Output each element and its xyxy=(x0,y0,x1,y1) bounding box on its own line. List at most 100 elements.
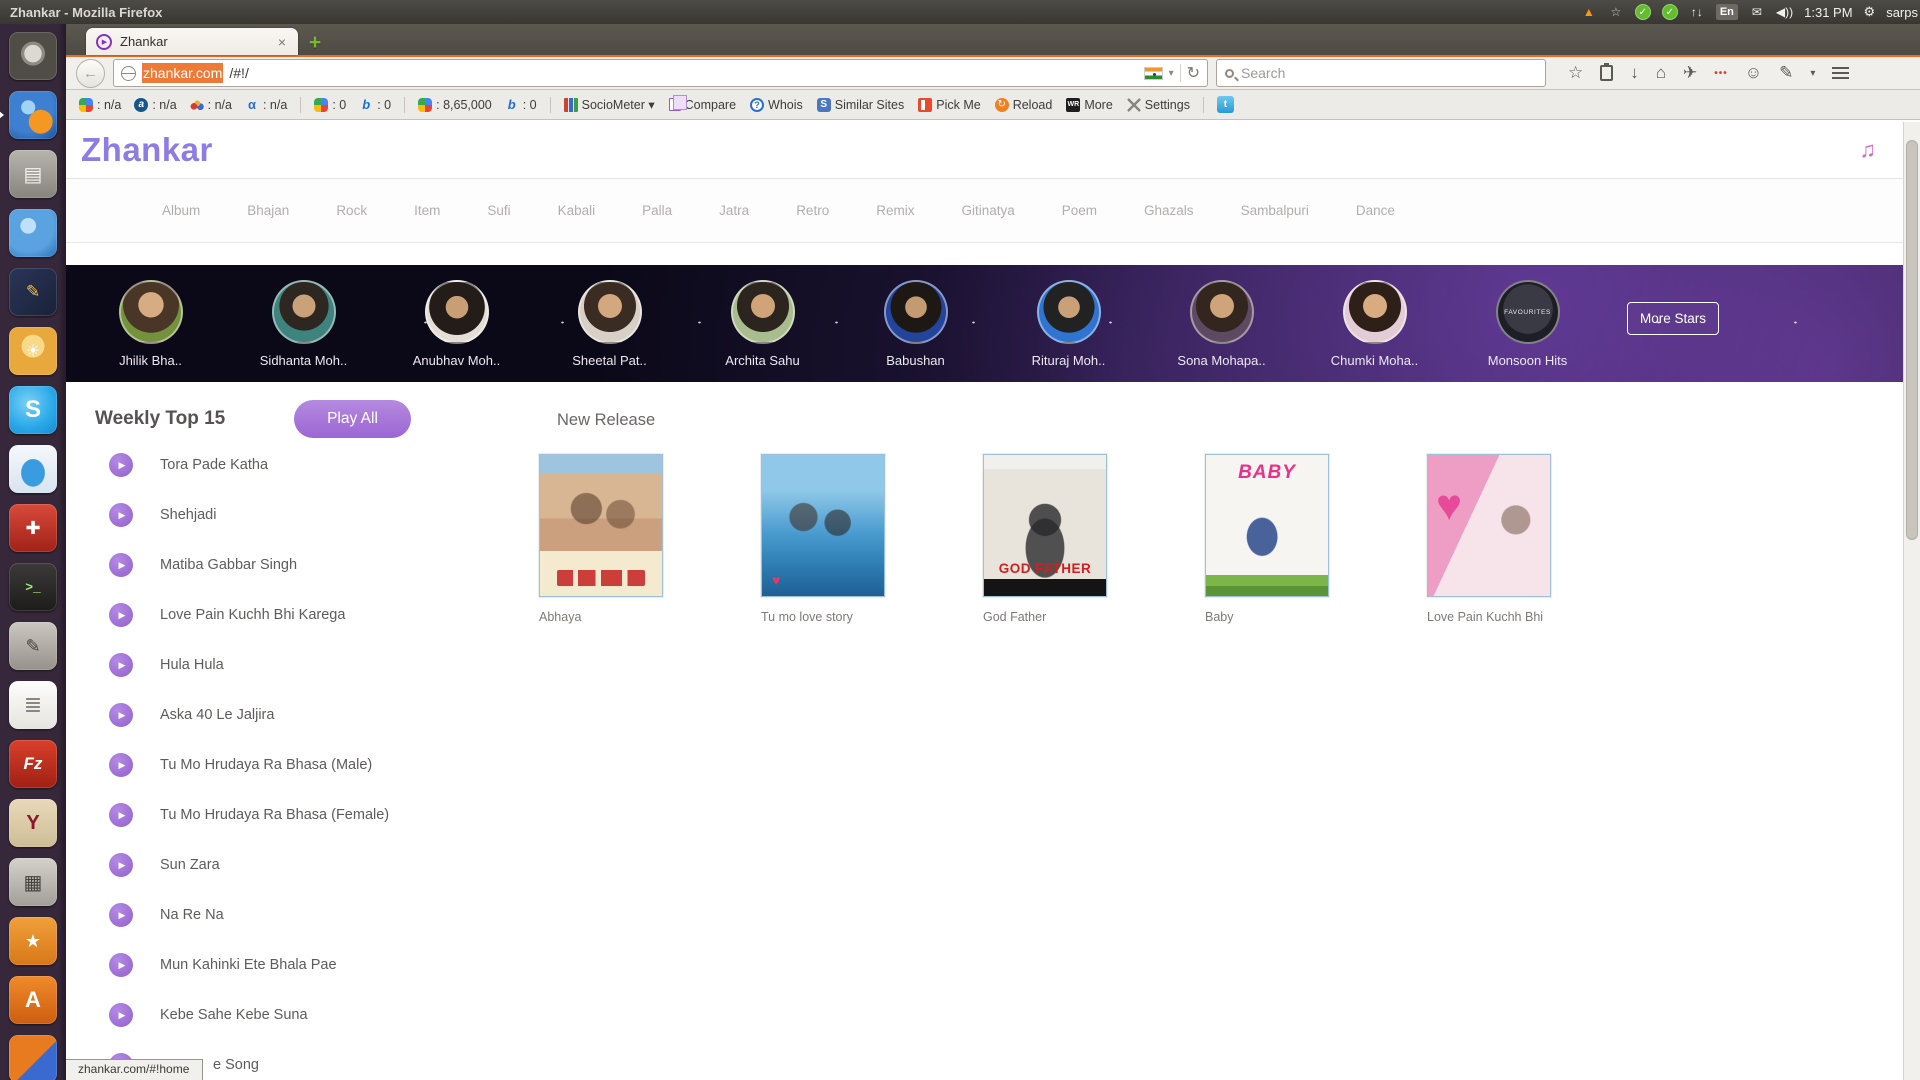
category-nav-item[interactable]: Poem xyxy=(1062,203,1097,218)
seo-metric[interactable]: b : 0 xyxy=(359,97,391,112)
tab-zhankar[interactable]: Zhankar × xyxy=(86,28,298,55)
music-note-icon[interactable]: ♫ xyxy=(1860,137,1877,163)
track-title[interactable]: Matiba Gabbar Singh xyxy=(160,557,297,573)
launcher-icon[interactable]: ☀ xyxy=(9,327,57,375)
track-row[interactable]: Tu Mo Hrudaya Ra Bhasa (Male) xyxy=(95,740,525,790)
tray-icon[interactable]: ☆ xyxy=(1608,3,1624,21)
album-cover-art[interactable]: BABY xyxy=(1205,454,1329,597)
back-button[interactable]: ← xyxy=(76,58,105,88)
star-avatar[interactable] xyxy=(577,280,642,344)
track-title[interactable]: Love Pain Kuchh Bhi Karega xyxy=(160,607,345,623)
toolbar-icon[interactable]: ▾ xyxy=(1810,68,1815,79)
seo-metric[interactable]: α : n/a xyxy=(245,97,287,112)
toolbar-icon[interactable]: ⌂ xyxy=(1656,63,1666,83)
star-item[interactable]: Sona Mohapa.. xyxy=(1145,265,1298,382)
star-item[interactable]: FAVOURITES Monsoon Hits xyxy=(1451,265,1604,382)
session-gear-icon[interactable]: ⚙ xyxy=(1864,4,1876,20)
star-item[interactable]: Rituraj Moh.. xyxy=(992,265,1145,382)
star-item[interactable]: Babushan xyxy=(839,265,992,382)
play-all-button[interactable]: Play All xyxy=(294,400,411,438)
track-row[interactable]: Na Re Na xyxy=(95,890,525,940)
star-avatar[interactable] xyxy=(424,280,489,344)
track-row[interactable]: Hula Hula xyxy=(95,640,525,690)
category-nav-item[interactable]: Sambalpuri xyxy=(1241,203,1309,218)
star-item[interactable]: Sheetal Pat.. xyxy=(533,265,686,382)
search-input[interactable] xyxy=(1241,65,1537,81)
track-row[interactable]: Matiba Gabbar Singh xyxy=(95,540,525,590)
category-nav-item[interactable]: Album xyxy=(162,203,200,218)
launcher-icon[interactable]: ✎ xyxy=(9,268,57,316)
track-title[interactable]: Tu Mo Hrudaya Ra Bhasa (Male) xyxy=(160,757,372,773)
tray-icon[interactable]: ↑↓ xyxy=(1689,3,1705,21)
launcher-icon[interactable]: ▦ xyxy=(9,858,57,906)
category-nav-item[interactable]: Palla xyxy=(642,203,672,218)
album-card[interactable]: Abhaya xyxy=(539,454,663,624)
new-tab-button[interactable]: + xyxy=(298,30,332,55)
album-cover-art[interactable] xyxy=(1427,454,1551,597)
url-reload-icon[interactable]: ↻ xyxy=(1187,63,1200,83)
star-item[interactable]: Sidhanta Moh.. xyxy=(227,265,380,382)
track-title[interactable]: Tora Pade Katha xyxy=(160,457,268,473)
tray-icon[interactable]: En xyxy=(1715,4,1738,20)
username-indicator[interactable]: sarps xyxy=(1886,5,1918,20)
toolbar-icon[interactable]: ✈ xyxy=(1683,63,1697,83)
launcher-icon[interactable]: ▤ xyxy=(9,150,57,198)
category-nav-item[interactable]: Remix xyxy=(876,203,914,218)
category-nav-item[interactable]: Gitinatya xyxy=(961,203,1014,218)
track-row[interactable]: Tu Mo Hrudaya Ra Bhasa (Female) xyxy=(95,790,525,840)
track-play-icon[interactable] xyxy=(109,953,133,977)
category-nav-item[interactable]: Jatra xyxy=(719,203,749,218)
india-flag-icon[interactable] xyxy=(1143,66,1163,80)
track-play-icon[interactable] xyxy=(109,653,133,677)
star-avatar[interactable] xyxy=(118,280,183,344)
launcher-icon[interactable]: Y xyxy=(9,799,57,847)
scrollbar-thumb[interactable] xyxy=(1906,140,1918,540)
album-card[interactable]: Love Pain Kuchh Bhi xyxy=(1427,454,1551,624)
seo-toolbar-button[interactable]: ? Whois xyxy=(750,97,803,112)
category-nav-item[interactable]: Rock xyxy=(336,203,367,218)
launcher-icon[interactable] xyxy=(9,445,57,493)
toolbar-icon[interactable] xyxy=(1832,72,1850,74)
track-title[interactable]: Tu Mo Hrudaya Ra Bhasa (Female) xyxy=(160,807,389,823)
toolbar-icon[interactable]: ••• xyxy=(1714,68,1728,79)
album-cover-art[interactable] xyxy=(539,454,663,597)
launcher-icon[interactable] xyxy=(9,91,57,139)
track-title[interactable]: Sun Zara xyxy=(160,857,220,873)
toolbar-icon[interactable]: ☺ xyxy=(1745,63,1762,83)
toolbar-icon[interactable]: ✎ xyxy=(1779,63,1793,83)
seo-metric[interactable]: : n/a xyxy=(189,97,232,112)
seo-toolbar-button[interactable]: Settings xyxy=(1126,97,1190,112)
star-item[interactable]: Anubhav Moh.. xyxy=(380,265,533,382)
url-bar[interactable]: zhankar.com /#!/ ▾ ↻ xyxy=(113,59,1208,87)
seo-toolbar-button[interactable]: WR More xyxy=(1066,97,1113,112)
track-title[interactable]: Na Re Na xyxy=(160,907,224,923)
seo-metric[interactable]: : 8,65,000 xyxy=(418,97,492,112)
track-row[interactable]: Love Pain Kuchh Bhi Karega xyxy=(95,590,525,640)
tray-icon[interactable]: ◀)) xyxy=(1776,3,1793,21)
tab-close-icon[interactable]: × xyxy=(276,34,288,50)
star-avatar[interactable] xyxy=(883,280,948,344)
track-title[interactable]: Mun Kahinki Ete Bhala Pae xyxy=(160,957,337,973)
launcher-icon[interactable]: ≣ xyxy=(9,681,57,729)
star-item[interactable]: Archita Sahu xyxy=(686,265,839,382)
launcher-icon[interactable]: ✚ xyxy=(9,504,57,552)
track-title[interactable]: Kebe Sahe Kebe Suna xyxy=(160,1007,308,1023)
album-card[interactable]: Tu mo love story xyxy=(761,454,885,624)
vertical-scrollbar[interactable] xyxy=(1903,122,1920,1080)
album-cover-art[interactable]: GOD FATHER xyxy=(983,454,1107,597)
seo-metric[interactable]: b : 0 xyxy=(505,97,537,112)
track-play-icon[interactable] xyxy=(109,753,133,777)
track-row[interactable]: Mun Kahinki Ete Bhala Pae xyxy=(95,940,525,990)
category-nav-item[interactable]: Sufi xyxy=(487,203,510,218)
url-dropdown-caret-icon[interactable]: ▾ xyxy=(1169,68,1174,79)
site-identity-globe-icon[interactable] xyxy=(121,65,136,81)
twitter-icon[interactable]: t xyxy=(1216,96,1234,113)
category-nav-item[interactable]: Retro xyxy=(796,203,829,218)
track-play-icon[interactable] xyxy=(109,553,133,577)
track-play-icon[interactable] xyxy=(109,853,133,877)
track-play-icon[interactable] xyxy=(109,703,133,727)
toolbar-icon[interactable] xyxy=(1600,63,1614,81)
search-bar[interactable] xyxy=(1216,59,1546,87)
launcher-icon[interactable]: A xyxy=(9,976,57,1024)
launcher-icon[interactable]: ✎ xyxy=(9,622,57,670)
